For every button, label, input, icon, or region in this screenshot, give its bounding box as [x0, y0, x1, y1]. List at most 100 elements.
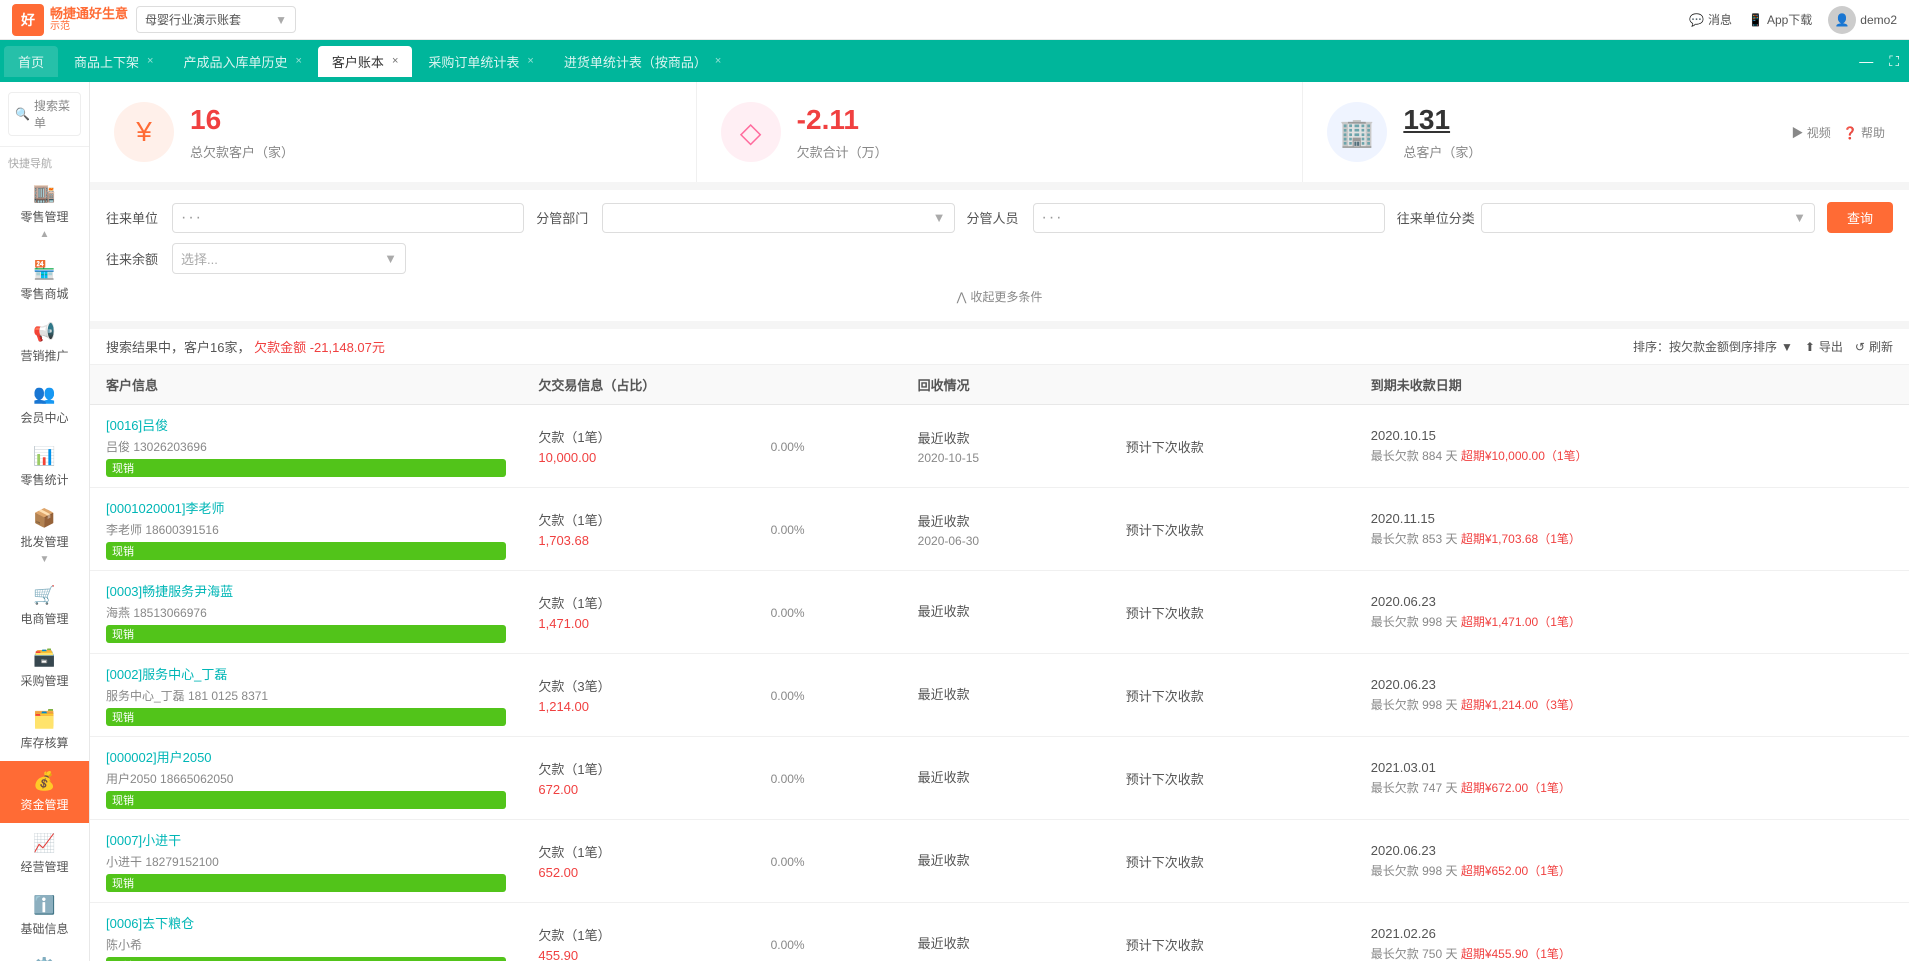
customer-table: 客户信息 欠交易信息（占比） 回收情况 到期未收款日期 [0016]吕俊 吕俊 …	[90, 365, 1909, 961]
tab-customer-account-label: 客户账本	[332, 52, 384, 71]
overdue-link[interactable]: 超期¥10,000.00（1笔）	[1461, 449, 1588, 463]
customer-info-cell: [000002]用户2050 用户2050 18665062050 现销	[90, 737, 522, 820]
overdue-date: 2020.06.23	[1371, 594, 1893, 609]
tab-expand-btn[interactable]: ⛶	[1883, 49, 1905, 74]
sidebar: 🔍 搜索菜单 快捷导航 🏬 零售管理 ▲ 🏪 零售商城 📢 营销推广 👥 会员中…	[0, 82, 90, 961]
customer-name[interactable]: [0003]畅捷服务尹海蓝	[106, 581, 506, 600]
debt-amount: 672.00	[538, 782, 738, 797]
collection-info: 最近收款 2020-10-15	[918, 428, 1094, 465]
sidebar-item-member-center[interactable]: 👥 会员中心	[0, 374, 89, 436]
next-collection-cell: 预计下次收款	[1110, 737, 1355, 820]
app-download-icon: 📱	[1748, 13, 1763, 27]
collapse-row: ⋀ 收起更多条件	[106, 284, 1893, 309]
tab-product-manage-close[interactable]: ×	[147, 55, 153, 67]
sort-btn[interactable]: 排序：按欠款金额倒序排序 ▼	[1633, 338, 1793, 355]
search-menu-box[interactable]: 🔍 搜索菜单	[8, 92, 81, 136]
overdue-info-cell: 2021.02.26 最长欠款 750 天 超期¥455.90（1笔）	[1355, 903, 1909, 961]
debt-ratio: 0.00%	[771, 523, 805, 537]
overdue-info: 2020.11.15 最长欠款 853 天 超期¥1,703.68（1笔）	[1371, 511, 1893, 547]
tab-customer-account-close[interactable]: ×	[392, 55, 398, 67]
table-row: [000002]用户2050 用户2050 18665062050 现销 欠款（…	[90, 737, 1909, 820]
customer-name[interactable]: [0001020001]李老师	[106, 498, 506, 517]
from-unit-class-select[interactable]: ▼	[1481, 203, 1815, 233]
sidebar-item-ops-mgmt[interactable]: 📈 经营管理	[0, 823, 89, 885]
from-balance-select[interactable]: 选择... ▼	[172, 243, 406, 274]
sidebar-item-marketing[interactable]: 📢 营销推广	[0, 312, 89, 374]
debt-amount-info: -2.11 欠款合计（万）	[797, 104, 888, 161]
top-bar-left: 好 畅捷通好生意 示范 母婴行业演示账套 ▼	[12, 4, 296, 36]
from-unit-dots: ···	[181, 209, 203, 227]
collection-label: 最近收款	[918, 428, 1094, 447]
sidebar-search[interactable]: 🔍 搜索菜单	[0, 82, 89, 147]
sidebar-item-system-mgmt[interactable]: ⚙️ 系统管理	[0, 947, 89, 961]
overdue-link[interactable]: 超期¥455.90（1笔）	[1461, 947, 1571, 961]
sidebar-item-batch-mgmt[interactable]: 📦 批发管理 ▼	[0, 498, 89, 575]
sidebar-item-zero-mall-label: 零售商城	[20, 285, 68, 302]
debt-ratio-cell: 0.00%	[755, 405, 902, 488]
search-button[interactable]: 查询	[1827, 202, 1893, 233]
customer-name[interactable]: [0006]去下粮仓	[106, 913, 506, 932]
collection-info-cell: 最近收款	[902, 903, 1110, 961]
customer-name[interactable]: [0016]吕俊	[106, 415, 506, 434]
message-btn[interactable]: 💬 消息	[1689, 11, 1732, 28]
sidebar-item-basic-info-label: 基础信息	[20, 920, 68, 937]
sidebar-item-zero-sales-mgmt[interactable]: 🏬 零售管理 ▲	[0, 173, 89, 250]
sidebar-item-finance-mgmt[interactable]: 💰 资金管理	[0, 761, 89, 823]
sidebar-item-stock-check[interactable]: 🗂️ 库存核算	[0, 699, 89, 761]
collection-info: 最近收款	[918, 601, 1094, 624]
customer-info-cell: [0016]吕俊 吕俊 13026203696 现销	[90, 405, 522, 488]
next-collection-cell: 预计下次收款	[1110, 903, 1355, 961]
customer-name[interactable]: [000002]用户2050	[106, 747, 506, 766]
overdue-link[interactable]: 超期¥1,471.00（1笔）	[1461, 615, 1581, 629]
content-area: ¥ 16 总欠款客户（家） ◇ -2.11 欠款合计（万） 🏢	[90, 82, 1909, 961]
from-unit-input[interactable]: ···	[172, 203, 524, 233]
branch-person-input[interactable]: ···	[1033, 203, 1385, 233]
debt-customers-value: 16	[190, 104, 294, 136]
overdue-link[interactable]: 超期¥1,214.00（3笔）	[1461, 698, 1581, 712]
refresh-btn[interactable]: ↺ 刷新	[1855, 338, 1893, 355]
next-collection-label: 预计下次收款	[1126, 440, 1204, 455]
tab-stock-stats[interactable]: 进货单统计表（按商品） ×	[550, 46, 735, 77]
next-collection-cell: 预计下次收款	[1110, 654, 1355, 737]
export-btn[interactable]: ⬆ 导出	[1805, 338, 1843, 355]
debt-info-cell: 欠款（1笔） 672.00	[522, 737, 754, 820]
customer-info: [0006]去下粮仓 陈小希 现销	[106, 913, 506, 961]
sidebar-item-purchase-mgmt[interactable]: 🗃️ 采购管理	[0, 637, 89, 699]
tab-purchase-order[interactable]: 采购订单统计表 ×	[414, 46, 547, 77]
customer-name[interactable]: [0007]小进干	[106, 830, 506, 849]
debt-amount-label: 欠款合计（万）	[797, 142, 888, 161]
tab-home[interactable]: 首页	[4, 46, 58, 77]
sidebar-item-ecommerce[interactable]: 🛒 电商管理	[0, 575, 89, 637]
user-profile-btn[interactable]: 👤 demo2	[1828, 6, 1897, 34]
sidebar-item-zero-stats[interactable]: 📊 零售统计	[0, 436, 89, 498]
tab-minimize-btn[interactable]: —	[1853, 49, 1879, 74]
customer-tag: 现销	[106, 791, 506, 809]
branch-dept-label: 分管部门	[536, 208, 596, 227]
overdue-link[interactable]: 超期¥672.00（1笔）	[1461, 781, 1571, 795]
view-btn[interactable]: ▶ 视频	[1791, 124, 1830, 141]
app-download-btn[interactable]: 📱 App下载	[1748, 11, 1812, 28]
tab-purchase-order-close[interactable]: ×	[527, 55, 533, 67]
tab-stock-stats-close[interactable]: ×	[715, 55, 721, 67]
overdue-link[interactable]: 超期¥1,703.68（1笔）	[1461, 532, 1581, 546]
collection-info: 最近收款 2020-06-30	[918, 511, 1094, 548]
store-selector[interactable]: 母婴行业演示账套 ▼	[136, 6, 296, 33]
total-customers-value: 131	[1403, 104, 1481, 136]
help-btn[interactable]: ❓ 帮助	[1843, 124, 1885, 141]
tab-product-manage[interactable]: 商品上下架 ×	[60, 46, 167, 77]
branch-dept-select[interactable]: ▼	[602, 203, 954, 233]
overdue-info: 2020.10.15 最长欠款 884 天 超期¥10,000.00（1笔）	[1371, 428, 1893, 464]
tab-product-history-close[interactable]: ×	[295, 55, 301, 67]
customer-name[interactable]: [0002]服务中心_丁磊	[106, 664, 506, 683]
sidebar-item-zero-mall[interactable]: 🏪 零售商城	[0, 250, 89, 312]
collapse-btn[interactable]: ⋀ 收起更多条件	[957, 288, 1043, 305]
tab-customer-account[interactable]: 客户账本 ×	[318, 46, 412, 77]
overdue-info: 2020.06.23 最长欠款 998 天 超期¥1,214.00（3笔）	[1371, 677, 1893, 713]
sidebar-item-basic-info[interactable]: ℹ️ 基础信息	[0, 885, 89, 947]
tab-product-history[interactable]: 产成品入库单历史 ×	[169, 46, 315, 77]
overdue-date: 2020.06.23	[1371, 843, 1893, 858]
overdue-link[interactable]: 超期¥652.00（1笔）	[1461, 864, 1571, 878]
customer-info-cell: [0006]去下粮仓 陈小希 现销	[90, 903, 522, 961]
overdue-info-cell: 2021.03.01 最长欠款 747 天 超期¥672.00（1笔）	[1355, 737, 1909, 820]
debt-label: 欠款（1笔）	[538, 510, 738, 529]
